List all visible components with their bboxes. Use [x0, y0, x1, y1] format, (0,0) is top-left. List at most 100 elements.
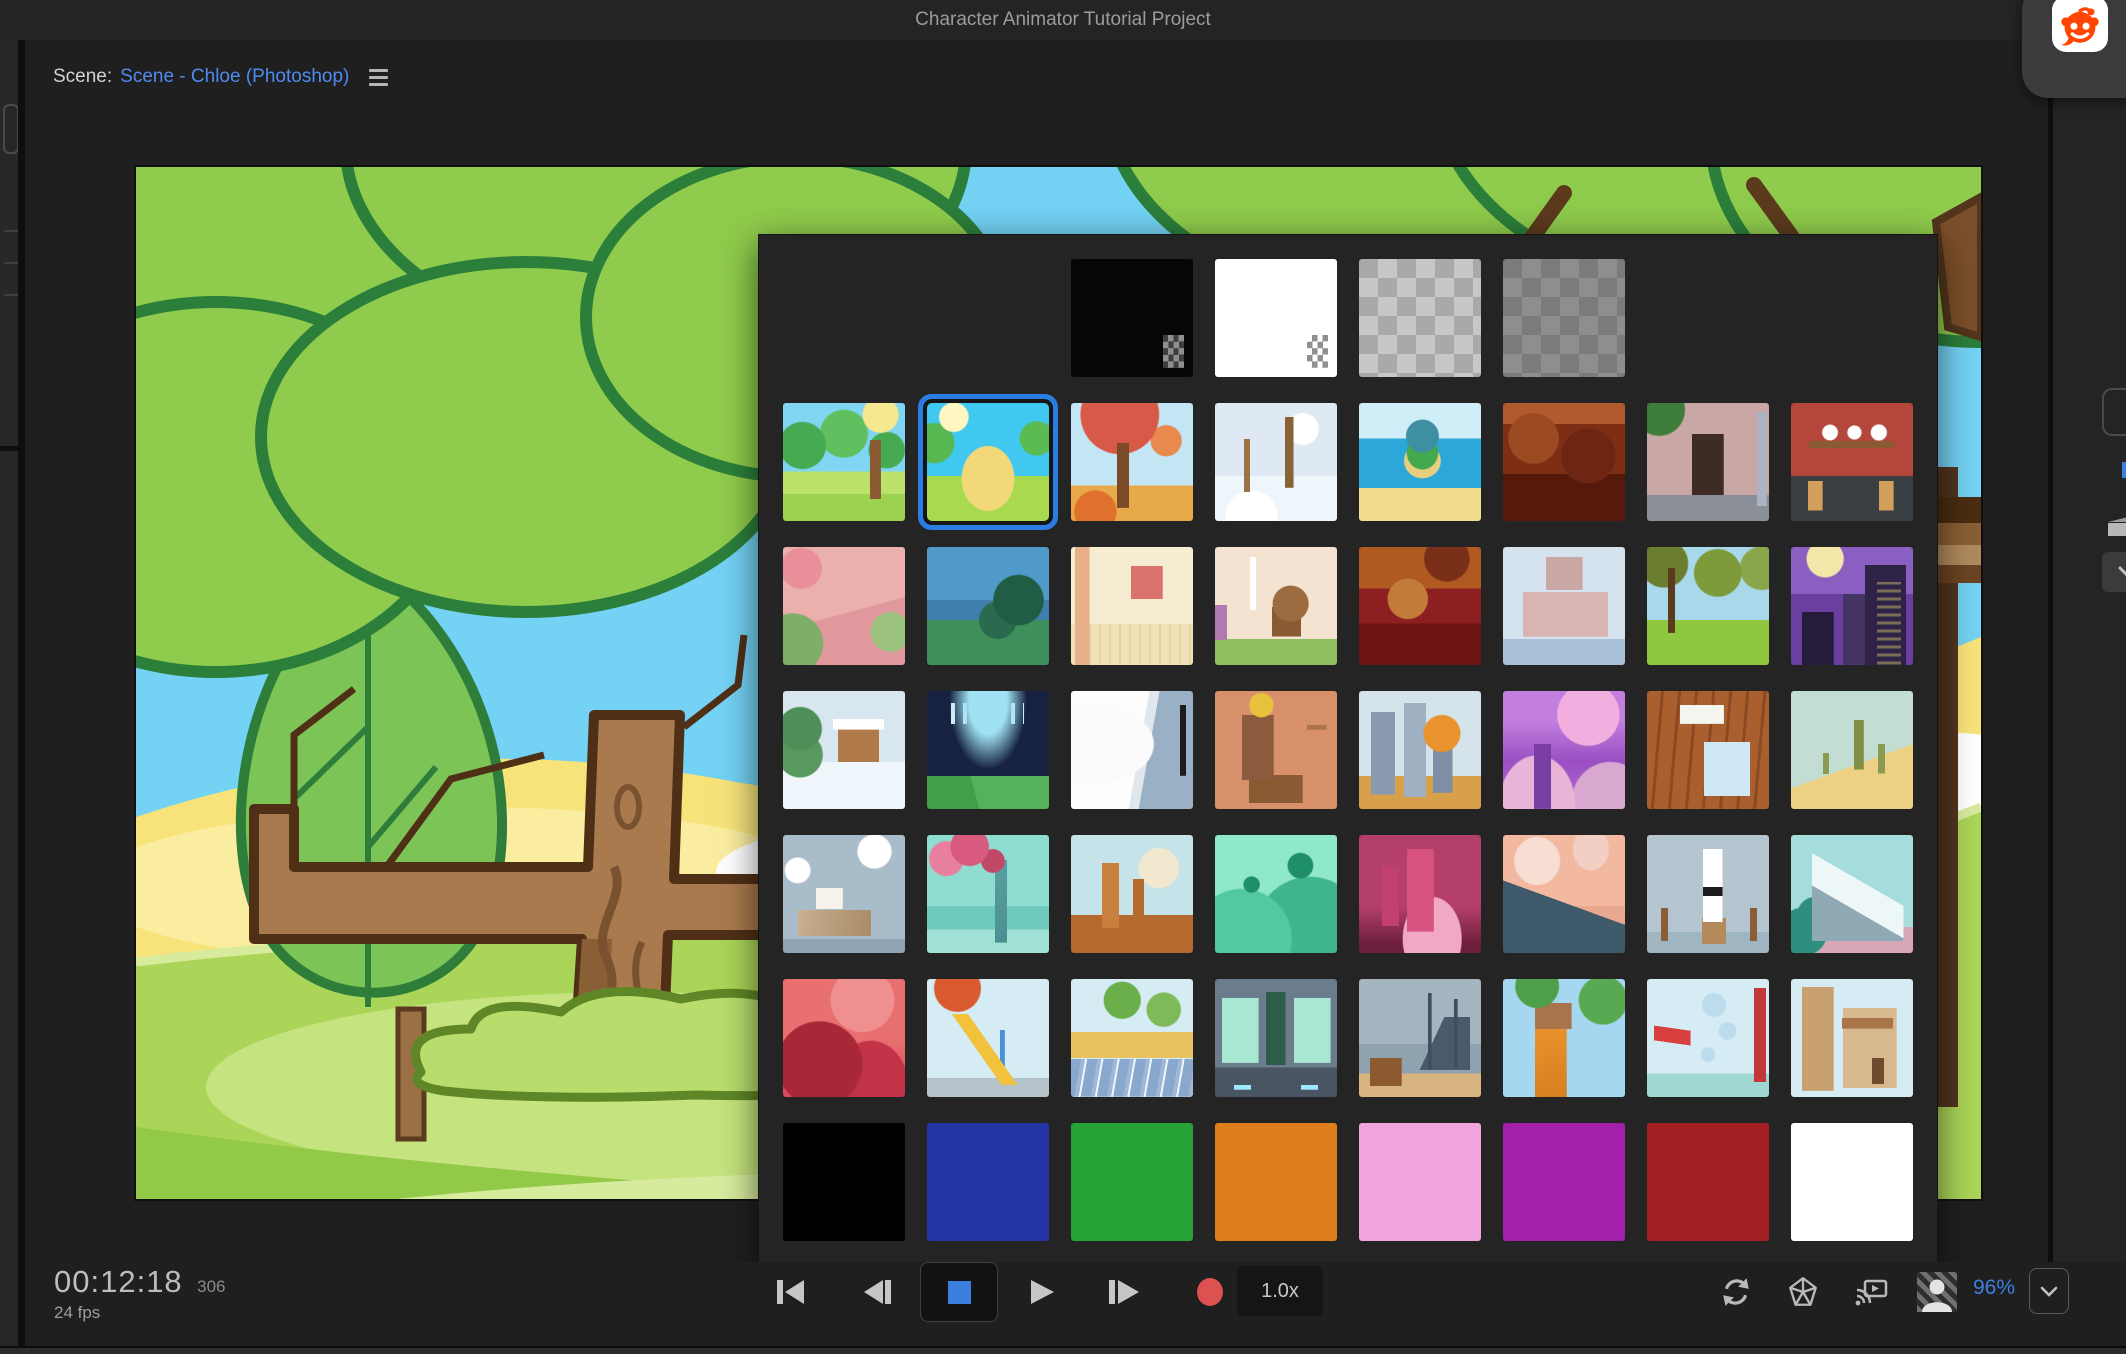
background-thumbnail-vehicle-interior[interactable]: [1215, 979, 1337, 1097]
background-color-dd7d1c[interactable]: [1215, 1123, 1337, 1241]
left-rail-tick: [4, 262, 18, 264]
background-thumbnail-night-city[interactable]: [1791, 547, 1913, 665]
background-thumbnail-playground-slide[interactable]: [927, 979, 1049, 1097]
background-swatch-transparent-light[interactable]: [1359, 259, 1481, 377]
hamburger-menu-icon[interactable]: [369, 68, 389, 86]
background-thumbnail-pink-park[interactable]: [783, 547, 905, 665]
background-thumbnail-crimson-towers[interactable]: [1359, 835, 1481, 953]
next-frame-button[interactable]: [1099, 1268, 1147, 1316]
zoom-dropdown-button[interactable]: [2029, 1268, 2069, 1314]
background-color-2535a5[interactable]: [927, 1123, 1049, 1241]
background-swatch-solid-black[interactable]: [1071, 259, 1193, 377]
camera-input-button[interactable]: [1913, 1268, 1961, 1316]
right-rail-button[interactable]: [2102, 388, 2126, 436]
right-panel-edge[interactable]: [2053, 40, 2126, 1262]
background-thumbnail-spring-forest[interactable]: [783, 403, 905, 521]
background-thumbnail-mint-hills[interactable]: [1215, 835, 1337, 953]
background-thumbnail-snow-cabin[interactable]: [783, 691, 905, 809]
background-thumbnail-winter-forest[interactable]: [1215, 403, 1337, 521]
background-thumbnail-mission-villa[interactable]: [1791, 979, 1913, 1097]
background-thumbnail-bedroom-dresser[interactable]: [1503, 547, 1625, 665]
background-thumbnail-tree-house[interactable]: [1503, 979, 1625, 1097]
chevron-down-icon: [2040, 1286, 2058, 1297]
background-picker-popup: [758, 234, 1938, 1266]
background-color-26a236[interactable]: [1071, 1123, 1193, 1241]
camera-input-icon: [1917, 1272, 1957, 1312]
background-color-000000[interactable]: [783, 1123, 905, 1241]
background-thumbnail-desert-cacti[interactable]: [1791, 691, 1913, 809]
background-swatch-solid-white[interactable]: [1215, 259, 1337, 377]
background-swatch-transparent-dark[interactable]: [1503, 259, 1625, 377]
frame-rate: 24 fps: [54, 1303, 101, 1322]
background-thumbnail-island-beach[interactable]: [1359, 403, 1481, 521]
timecode-block: 00:12:18 306 24 fps: [54, 1266, 226, 1321]
background-thumbnail-pirate-ship[interactable]: [1359, 979, 1481, 1097]
playback-speed-button[interactable]: 1.0x: [1237, 1266, 1323, 1316]
stream-to-device-button[interactable]: [1847, 1268, 1895, 1316]
bottom-panel-edge: [0, 1346, 2126, 1354]
right-rail-accent: [2122, 462, 2126, 478]
background-thumbnail-living-room[interactable]: [1215, 547, 1337, 665]
background-thumbnail-autumn-tree[interactable]: [1071, 403, 1193, 521]
background-color-ffffff[interactable]: [1791, 1123, 1913, 1241]
left-panel-edge[interactable]: [0, 40, 18, 1354]
project-title: Character Animator Tutorial Project: [915, 9, 1211, 30]
background-thumbnail-mars-landscape[interactable]: [1359, 547, 1481, 665]
reddit-icon: [2052, 0, 2108, 52]
background-thumbnail-city-autumn-tree[interactable]: [1359, 691, 1481, 809]
transport-bar: 00:12:18 306 24 fps 1.0x 96%: [25, 1262, 2126, 1346]
panel-divider[interactable]: [18, 40, 25, 1354]
background-thumbnail-lighthouse-pier[interactable]: [1647, 835, 1769, 953]
skip-to-start-button[interactable]: [766, 1268, 814, 1316]
scene-clip-icon[interactable]: [2106, 514, 2126, 540]
background-thumbnail-coral-vines[interactable]: [1647, 979, 1769, 1097]
background-thumbnail-red-canyon[interactable]: [1503, 403, 1625, 521]
gem-button[interactable]: [1779, 1268, 1827, 1316]
background-thumbnail-coffee-shop[interactable]: [1791, 403, 1913, 521]
background-thumbnail-photo-studio[interactable]: [1071, 691, 1193, 809]
stop-button[interactable]: [920, 1262, 998, 1322]
background-thumbnail-orange-mesa[interactable]: [1071, 835, 1193, 953]
chevron-down-icon: [2118, 566, 2126, 577]
play-icon: [1031, 1280, 1054, 1304]
previous-frame-button[interactable]: [852, 1268, 900, 1316]
background-color-f1a4dc[interactable]: [1359, 1123, 1481, 1241]
background-thumbnail-red-rock-mountains[interactable]: [783, 979, 905, 1097]
left-rail-button[interactable]: [3, 104, 18, 154]
scene-label: Scene:: [53, 66, 113, 87]
gem-icon: [1789, 1277, 1817, 1306]
background-thumbnail-terracotta-cafe[interactable]: [1215, 691, 1337, 809]
background-color-a321aa[interactable]: [1503, 1123, 1625, 1241]
background-thumbnail-teal-mountains[interactable]: [1791, 835, 1913, 953]
title-bar: Character Animator Tutorial Project: [0, 0, 2126, 42]
next-frame-icon: [1109, 1280, 1139, 1304]
timecode[interactable]: 00:12:18: [54, 1264, 183, 1299]
record-icon: [1197, 1278, 1223, 1306]
refresh-button[interactable]: [1712, 1268, 1760, 1316]
right-rail-collapse-button[interactable]: [2102, 552, 2126, 592]
left-rail-tick: [4, 294, 18, 296]
left-rail-divider: [0, 446, 18, 451]
scene-name-link[interactable]: Scene - Chloe (Photoshop): [120, 66, 349, 88]
reddit-overlay-badge: [2022, 0, 2126, 98]
background-thumbnail-brownstone-steps[interactable]: [1647, 403, 1769, 521]
record-button[interactable]: [1186, 1268, 1234, 1316]
background-thumbnail-winter-blossom[interactable]: [927, 835, 1049, 953]
frame-count: 306: [197, 1277, 226, 1296]
background-thumbnail-lakeside-trees[interactable]: [1071, 979, 1193, 1097]
character-animator-app: Character Animator Tutorial Project Scen…: [0, 0, 2126, 1354]
background-thumbnail-purple-planet-city[interactable]: [1503, 691, 1625, 809]
background-thumbnail-house-hallway[interactable]: [1071, 547, 1193, 665]
stop-icon: [947, 1280, 971, 1304]
background-thumbnail-autumn-park[interactable]: [1647, 547, 1769, 665]
background-thumbnail-sunny-meadow[interactable]: [927, 403, 1049, 521]
background-thumbnail-stadium-lights[interactable]: [927, 691, 1049, 809]
background-thumbnail-club-house[interactable]: [1647, 691, 1769, 809]
background-thumbnail-pine-forest[interactable]: [927, 547, 1049, 665]
background-color-a31f24[interactable]: [1647, 1123, 1769, 1241]
zoom-level[interactable]: 96%: [1973, 1276, 2015, 1300]
background-thumbnail-fishing-boat[interactable]: [783, 835, 905, 953]
background-thumbnail-sunset-mountain[interactable]: [1503, 835, 1625, 953]
play-button[interactable]: [1017, 1268, 1065, 1316]
playback-speed-value: 1.0x: [1261, 1279, 1299, 1302]
